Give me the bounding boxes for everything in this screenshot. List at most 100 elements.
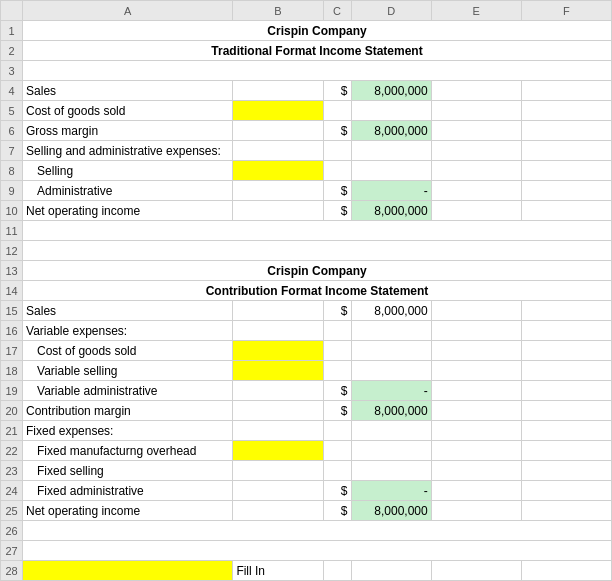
cell	[431, 161, 521, 181]
cell	[351, 441, 431, 461]
cell	[233, 101, 323, 121]
header-col-f: F	[521, 1, 611, 21]
cell	[521, 81, 611, 101]
cell	[233, 361, 323, 381]
cell	[431, 561, 521, 581]
cell	[521, 121, 611, 141]
row-number: 24	[1, 481, 23, 501]
cell	[431, 81, 521, 101]
row-number: 5	[1, 101, 23, 121]
row-number: 11	[1, 221, 23, 241]
cell	[351, 561, 431, 581]
cell	[233, 421, 323, 441]
cell: 8,000,000	[351, 501, 431, 521]
row-number: 19	[1, 381, 23, 401]
row-number: 2	[1, 41, 23, 61]
cell: Gross margin	[23, 121, 233, 141]
cell	[323, 561, 351, 581]
cell	[23, 241, 612, 261]
table-row: 16Variable expenses:	[1, 321, 612, 341]
cell	[521, 101, 611, 121]
cell	[351, 341, 431, 361]
row-number: 20	[1, 401, 23, 421]
header-col-a: A	[23, 1, 233, 21]
table-row: 22 Fixed manufacturng overhead	[1, 441, 612, 461]
row-number: 8	[1, 161, 23, 181]
row-number: 17	[1, 341, 23, 361]
cell: Contribution Format Income Statement	[23, 281, 612, 301]
header-col-d: D	[351, 1, 431, 21]
cell: Net operating income	[23, 201, 233, 221]
row-number: 16	[1, 321, 23, 341]
cell	[521, 381, 611, 401]
cell: Cost of goods sold	[23, 101, 233, 121]
row-number: 1	[1, 21, 23, 41]
cell: Sales	[23, 81, 233, 101]
table-row: 21Fixed expenses:	[1, 421, 612, 441]
cell	[233, 381, 323, 401]
cell	[23, 561, 233, 581]
cell	[521, 501, 611, 521]
cell	[233, 121, 323, 141]
cell	[233, 481, 323, 501]
row-number: 3	[1, 61, 23, 81]
cell	[521, 341, 611, 361]
table-row: 3	[1, 61, 612, 81]
cell: Variable expenses:	[23, 321, 233, 341]
table-row: 11	[1, 221, 612, 241]
row-number: 27	[1, 541, 23, 561]
cell	[233, 441, 323, 461]
cell: Fixed expenses:	[23, 421, 233, 441]
cell	[233, 161, 323, 181]
table-row: 9 Administrative$-	[1, 181, 612, 201]
header-col-c: C	[323, 1, 351, 21]
cell	[521, 301, 611, 321]
cell: $	[323, 201, 351, 221]
cell: Fixed administrative	[23, 481, 233, 501]
cell	[431, 121, 521, 141]
cell	[323, 361, 351, 381]
cell	[233, 321, 323, 341]
cell: Fixed selling	[23, 461, 233, 481]
cell	[351, 361, 431, 381]
row-number: 25	[1, 501, 23, 521]
cell	[323, 321, 351, 341]
table-row: 24 Fixed administrative$-	[1, 481, 612, 501]
header-col-e: E	[431, 1, 521, 21]
row-number: 15	[1, 301, 23, 321]
cell: Sales	[23, 301, 233, 321]
table-row: 6Gross margin$8,000,000	[1, 121, 612, 141]
cell	[521, 481, 611, 501]
cell	[233, 81, 323, 101]
cell: 8,000,000	[351, 401, 431, 421]
header-row-num	[1, 1, 23, 21]
cell	[323, 441, 351, 461]
cell	[323, 101, 351, 121]
cell	[233, 181, 323, 201]
cell	[351, 461, 431, 481]
cell: $	[323, 401, 351, 421]
cell	[431, 341, 521, 361]
cell	[521, 561, 611, 581]
table-row: 12	[1, 241, 612, 261]
cell	[431, 501, 521, 521]
table-row: 23 Fixed selling	[1, 461, 612, 481]
cell: -	[351, 481, 431, 501]
cell	[323, 461, 351, 481]
table-row: 20Contribution margin$8,000,000	[1, 401, 612, 421]
cell	[521, 161, 611, 181]
cell	[431, 101, 521, 121]
row-number: 26	[1, 521, 23, 541]
row-number: 10	[1, 201, 23, 221]
cell	[521, 401, 611, 421]
cell	[23, 61, 612, 81]
table-row: 5Cost of goods sold	[1, 101, 612, 121]
cell	[233, 501, 323, 521]
table-row: 8 Selling	[1, 161, 612, 181]
cell	[23, 521, 612, 541]
table-row: 17 Cost of goods sold	[1, 341, 612, 361]
cell	[233, 141, 323, 161]
cell: $	[323, 301, 351, 321]
cell	[351, 161, 431, 181]
row-number: 13	[1, 261, 23, 281]
